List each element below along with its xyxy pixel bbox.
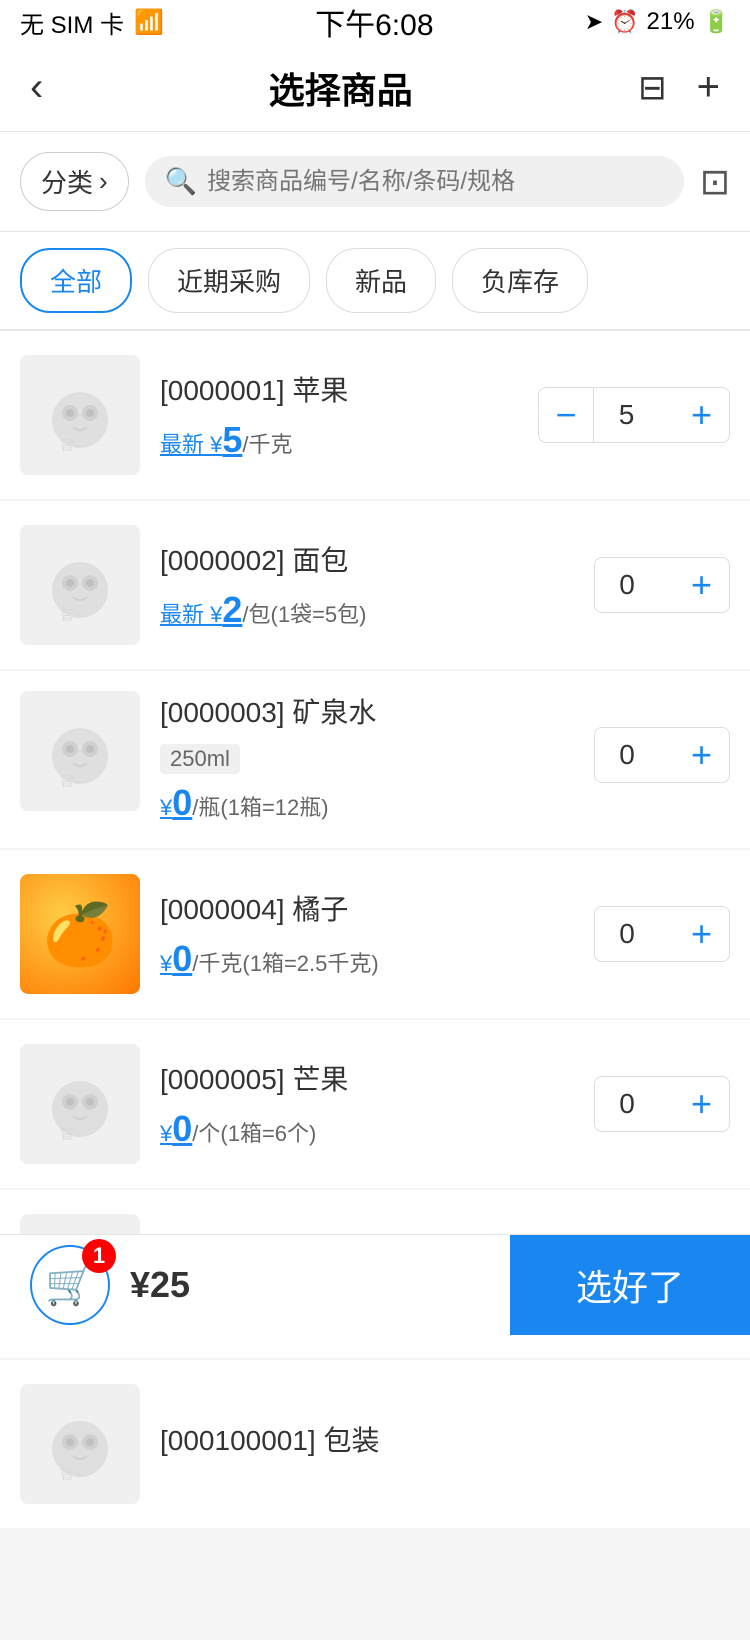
product-name: [0000004] 橘子 — [160, 888, 574, 928]
placeholder-owl-icon: 智+ — [40, 1064, 120, 1144]
status-right: ➤ ⏰ 21% 🔋 — [585, 8, 730, 36]
product-info-000100001: [000100001] 包装 — [160, 1419, 730, 1469]
battery-text: 21% — [647, 8, 695, 36]
qty-increase-button[interactable]: + — [674, 1076, 730, 1132]
product-image-0000005: 智+ — [20, 1044, 140, 1164]
search-input[interactable] — [207, 168, 664, 196]
product-price: 最新 ¥2/包(1袋=5包) — [160, 589, 574, 631]
scan-icon[interactable]: ⊡ — [700, 161, 730, 203]
latest-label: 最新 ¥ — [160, 432, 222, 457]
product-item-0000004: 🍊 [0000004] 橘子 ¥0/千克(1箱=2.5千克) + — [0, 850, 750, 1018]
qty-increase-button[interactable]: + — [674, 906, 730, 962]
product-info-0000004: [0000004] 橘子 ¥0/千克(1箱=2.5千克) — [160, 888, 574, 980]
status-left: 无 SIM 卡 📶 — [20, 5, 164, 40]
cart-area: 🛒 1 ¥25 — [0, 1245, 510, 1325]
product-price: ¥0/个(1箱=6个) — [160, 1108, 574, 1150]
filter-bar: 分类 › 🔍 ⊡ — [0, 132, 750, 232]
filter-icon[interactable]: ⊟ — [638, 68, 667, 108]
product-image-000100001: 智+ — [20, 1384, 140, 1504]
tab-all[interactable]: 全部 — [20, 248, 132, 313]
tab-negative[interactable]: 负库存 — [452, 248, 588, 313]
product-image-0000001: 智+ — [20, 355, 140, 475]
qty-control-0000003: + — [594, 727, 730, 783]
tab-new[interactable]: 新品 — [326, 248, 436, 313]
qty-input[interactable] — [594, 1076, 674, 1132]
product-item-0000002: 智+ [0000002] 面包 最新 ¥2/包(1袋=5包) + — [0, 501, 750, 669]
qty-control-0000002: + — [594, 557, 730, 613]
product-spec: 250ml — [160, 744, 240, 774]
qty-control-0000004: + — [594, 906, 730, 962]
svg-text:智+: 智+ — [60, 607, 82, 623]
product-image-0000004: 🍊 — [20, 874, 140, 994]
bottom-bar: 🛒 1 ¥25 选好了 — [0, 1234, 750, 1334]
product-name: [0000005] 芒果 — [160, 1058, 574, 1098]
product-info-0000003: [0000003] 矿泉水 250ml ¥0/瓶(1箱=12瓶) — [160, 691, 574, 824]
product-info-0000001: [0000001] 苹果 最新 ¥5/千克 — [160, 369, 518, 461]
product-item-000100001: 智+ [000100001] 包装 — [0, 1360, 750, 1528]
product-price: ¥0/瓶(1箱=12瓶) — [160, 782, 574, 824]
product-name: [0000003] 矿泉水 — [160, 691, 574, 731]
alarm-icon: ⏰ — [611, 9, 638, 35]
add-icon[interactable]: + — [697, 65, 720, 110]
tab-bar: 全部 近期采购 新品 负库存 — [0, 232, 750, 331]
category-button[interactable]: 分类 › — [20, 152, 129, 211]
qty-control-0000005: + — [594, 1076, 730, 1132]
svg-text:智+: 智+ — [60, 1466, 82, 1482]
svg-text:智+: 智+ — [60, 773, 82, 789]
qty-control-0000001: − + — [538, 387, 730, 443]
cart-total: ¥25 — [130, 1264, 190, 1306]
qty-increase-button[interactable]: + — [674, 727, 730, 783]
qty-input[interactable] — [594, 387, 674, 443]
svg-text:智+: 智+ — [60, 437, 82, 453]
qty-increase-button[interactable]: + — [674, 387, 730, 443]
product-image-0000003: 智+ — [20, 691, 140, 811]
product-name: [000100001] 包装 — [160, 1419, 730, 1459]
product-price: ¥0/千克(1箱=2.5千克) — [160, 938, 574, 980]
product-image-0000002: 智+ — [20, 525, 140, 645]
page-title: 选择商品 — [269, 62, 413, 114]
confirm-button[interactable]: 选好了 — [510, 1235, 750, 1335]
placeholder-owl-icon: 智+ — [40, 375, 120, 455]
category-label: 分类 — [41, 163, 93, 200]
product-name: [0000001] 苹果 — [160, 369, 518, 409]
product-price: 最新 ¥5/千克 — [160, 419, 518, 461]
placeholder-owl-icon: 智+ — [40, 711, 120, 791]
status-bar: 无 SIM 卡 📶 下午6:08 ➤ ⏰ 21% 🔋 — [0, 0, 750, 44]
qty-input[interactable] — [594, 557, 674, 613]
cart-button[interactable]: 🛒 1 — [30, 1245, 110, 1325]
qty-increase-button[interactable]: + — [674, 557, 730, 613]
status-time: 下午6:08 — [315, 0, 433, 44]
category-arrow-icon: › — [99, 166, 108, 197]
search-box: 🔍 — [145, 156, 684, 207]
nav-bar: ‹ 选择商品 ⊟ + — [0, 44, 750, 132]
location-icon: ➤ — [585, 9, 603, 35]
qty-input[interactable] — [594, 906, 674, 962]
product-item-0000005: 智+ [0000005] 芒果 ¥0/个(1箱=6个) + — [0, 1020, 750, 1188]
tab-recent[interactable]: 近期采购 — [148, 248, 310, 313]
product-item-0000003: 智+ [0000003] 矿泉水 250ml ¥0/瓶(1箱=12瓶) + — [0, 671, 750, 848]
qty-decrease-button[interactable]: − — [538, 387, 594, 443]
product-item-0000001: 智+ [0000001] 苹果 最新 ¥5/千克 − + — [0, 331, 750, 499]
product-list: 智+ [0000001] 苹果 最新 ¥5/千克 − + 智+ — [0, 331, 750, 1640]
placeholder-owl-icon: 智+ — [40, 545, 120, 625]
placeholder-owl-icon: 智+ — [40, 1404, 120, 1484]
product-info-0000005: [0000005] 芒果 ¥0/个(1箱=6个) — [160, 1058, 574, 1150]
battery-icon: 🔋 — [703, 9, 730, 35]
product-info-0000002: [0000002] 面包 最新 ¥2/包(1袋=5包) — [160, 539, 574, 631]
carrier-text: 无 SIM 卡 — [20, 5, 124, 40]
svg-text:智+: 智+ — [60, 1126, 82, 1142]
nav-actions: ⊟ + — [638, 65, 720, 110]
wifi-icon: 📶 — [134, 8, 164, 37]
product-name: [0000002] 面包 — [160, 539, 574, 579]
search-icon: 🔍 — [165, 166, 197, 197]
cart-badge: 1 — [82, 1239, 116, 1273]
qty-input[interactable] — [594, 727, 674, 783]
back-button[interactable]: ‹ — [30, 65, 43, 110]
orange-image: 🍊 — [20, 874, 140, 994]
